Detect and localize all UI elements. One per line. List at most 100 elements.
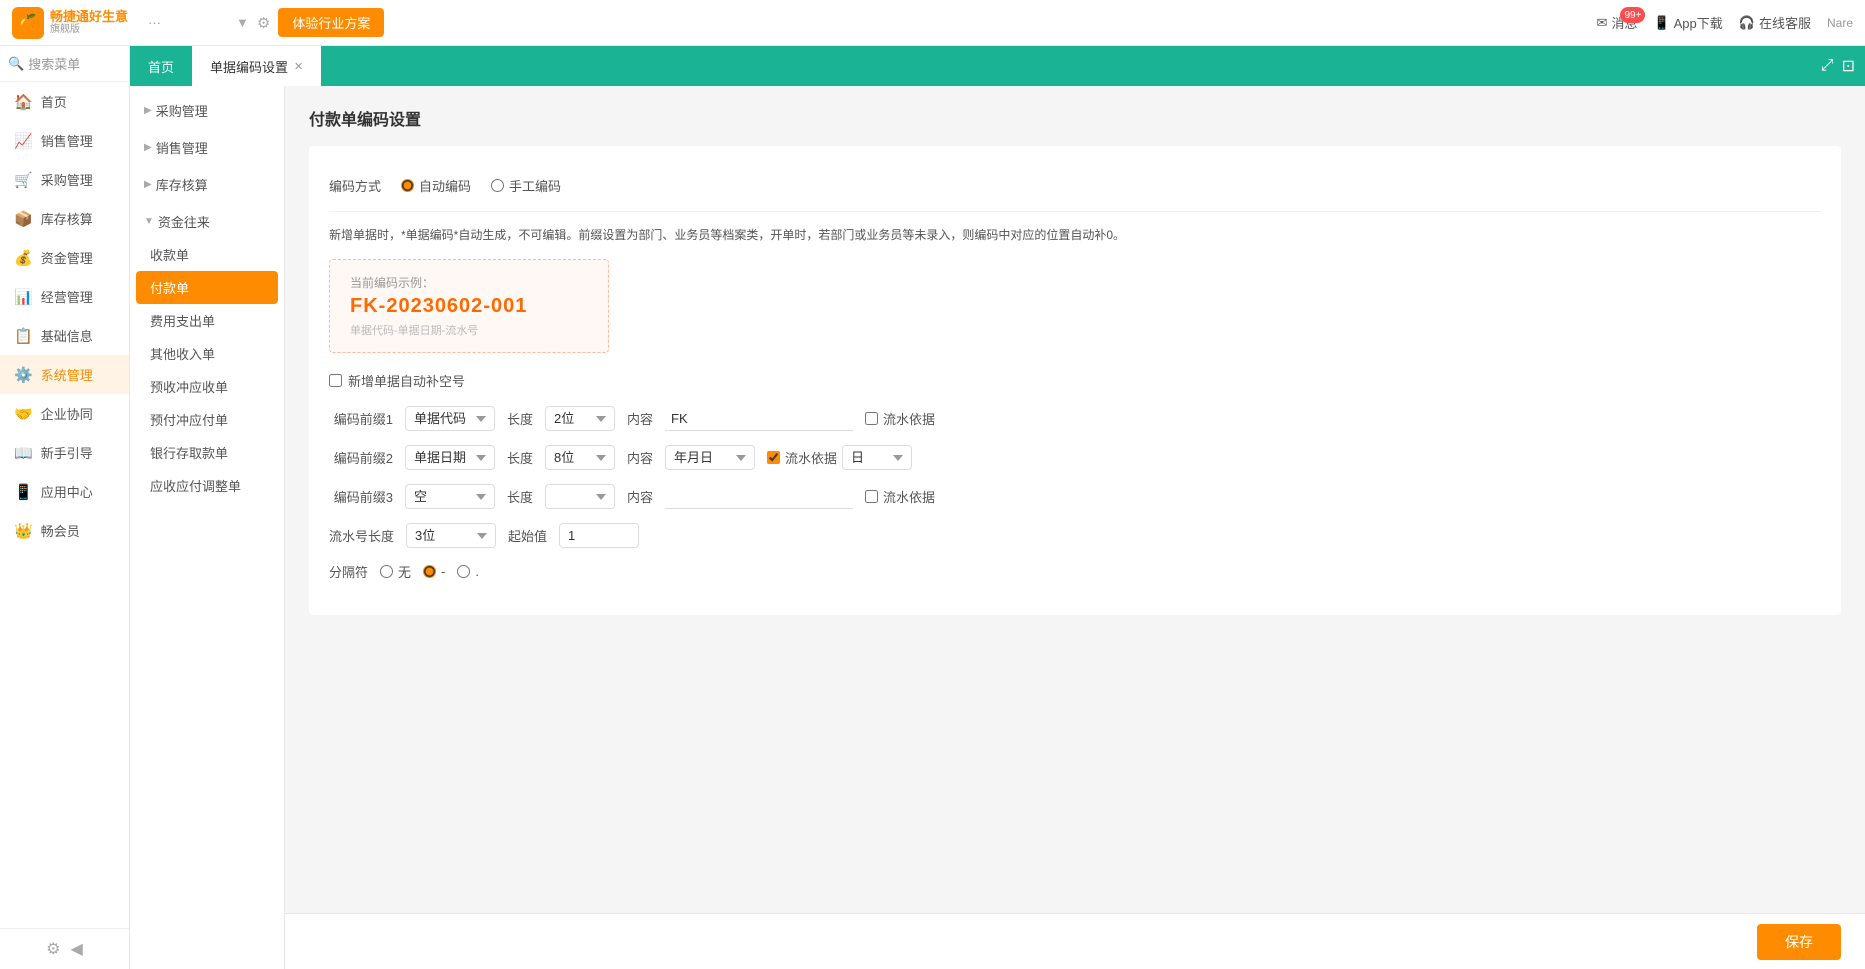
sep-dash-label[interactable]: -	[423, 564, 445, 579]
sep-dash-radio[interactable]	[423, 565, 436, 578]
separator-label: 分隔符	[329, 562, 368, 581]
flow2-checkbox[interactable]	[767, 451, 780, 464]
tab-encoding[interactable]: 单据编码设置 ✕	[192, 46, 321, 86]
tab-expand-icon[interactable]: ⤢	[1821, 57, 1834, 75]
content1-input[interactable]	[665, 407, 853, 431]
logo-icon: 🍊	[12, 7, 44, 39]
main-layout: 🔍 搜索菜单 🏠 首页 📈 销售管理 🛒 采购管理 📦 库存核算 💰 资金管理 …	[0, 46, 1865, 969]
prefix1-label: 编码前缀1	[329, 409, 393, 428]
start-value-input[interactable]	[559, 523, 639, 548]
sidebar-item-sales[interactable]: 📈 销售管理	[0, 121, 129, 160]
sep-dot-text: .	[475, 564, 479, 579]
sub-item-bank-deposit[interactable]: 银行存取款单	[130, 436, 284, 469]
save-button[interactable]: 保存	[1757, 924, 1841, 960]
capital-arrow: ▼	[144, 216, 154, 227]
sub-group-inventory-title[interactable]: ▶ 库存核算	[130, 168, 284, 201]
message-btn[interactable]: ✉ 消息 99+	[1597, 13, 1638, 32]
industry-btn[interactable]: 体验行业方案	[278, 8, 384, 37]
sub-item-ap-adjust[interactable]: 应收应付调整单	[130, 469, 284, 502]
flow3-group: 流水依据	[865, 487, 935, 506]
auto-encode-radio[interactable]	[401, 179, 414, 192]
inventory-arrow: ▶	[144, 179, 152, 190]
search-label: 搜索菜单	[28, 54, 80, 73]
sub-group-inventory: ▶ 库存核算	[130, 168, 284, 201]
content3-input[interactable]	[665, 485, 853, 509]
tab-close-icon[interactable]: ✕	[294, 60, 303, 73]
settings-icon[interactable]: ⚙	[257, 14, 270, 32]
tab-bar: 首页 单据编码设置 ✕ ⤢ ⊡	[130, 46, 1865, 86]
sidebar-item-basic[interactable]: 📋 基础信息	[0, 316, 129, 355]
sidebar-item-basic-label: 基础信息	[41, 326, 93, 345]
content2-select[interactable]: 年月日	[665, 445, 755, 470]
sub-item-prepay-pay[interactable]: 预付冲应付单	[130, 403, 284, 436]
sidebar-item-finance[interactable]: 💰 资金管理	[0, 238, 129, 277]
serial-length-select[interactable]: 3位	[406, 523, 496, 548]
system-icon: ⚙️	[14, 366, 33, 384]
sub-item-other-income-label: 其他收入单	[150, 347, 215, 362]
sep-dot-label[interactable]: .	[457, 564, 479, 579]
sub-item-receipt[interactable]: 收款单	[130, 238, 284, 271]
sub-item-payment[interactable]: 付款单	[136, 271, 278, 304]
sidebar-item-inventory[interactable]: 📦 库存核算	[0, 199, 129, 238]
sidebar-item-sales-label: 销售管理	[41, 131, 93, 150]
prefix2-select[interactable]: 单据日期	[405, 445, 495, 470]
length3-select[interactable]	[545, 484, 615, 509]
sub-item-expense[interactable]: 费用支出单	[130, 304, 284, 337]
auto-encode-label[interactable]: 自动编码	[401, 176, 471, 195]
flow2-unit-select[interactable]: 日	[842, 445, 912, 470]
sep-dot-radio[interactable]	[457, 565, 470, 578]
sidebar-item-purchase-label: 采购管理	[41, 170, 93, 189]
bottom-collapse-icon[interactable]: ◀	[71, 939, 83, 959]
tab-home[interactable]: 首页	[130, 46, 192, 86]
auto-fill-checkbox[interactable]	[329, 374, 342, 387]
length2-label: 长度	[507, 448, 533, 467]
manual-encode-radio[interactable]	[491, 179, 504, 192]
sidebar-item-system-label: 系统管理	[41, 365, 93, 384]
sidebar-item-system[interactable]: ⚙️ 系统管理	[0, 355, 129, 394]
sep-none-label[interactable]: 无	[380, 562, 411, 581]
sidebar-item-vip[interactable]: 👑 畅会员	[0, 511, 129, 550]
form-row-serial: 流水号长度 3位 起始值	[329, 523, 1821, 548]
sidebar-item-operation-label: 经营管理	[41, 287, 93, 306]
sub-item-other-income[interactable]: 其他收入单	[130, 337, 284, 370]
form-row-prefix1: 编码前缀1 单据代码 长度 2位 内容	[329, 406, 1821, 431]
nav-dropdown-icon[interactable]: ▼	[236, 15, 249, 30]
manual-encode-text: 手工编码	[509, 176, 561, 195]
tab-more-icon[interactable]: ⊡	[1842, 56, 1855, 76]
prefix1-select[interactable]: 单据代码	[405, 406, 495, 431]
service-icon: 🎧	[1739, 15, 1755, 31]
length2-select[interactable]: 8位	[545, 445, 615, 470]
sidebar-item-operation[interactable]: 📊 经营管理	[0, 277, 129, 316]
prefix3-label: 编码前缀3	[329, 487, 393, 506]
sidebar-item-home[interactable]: 🏠 首页	[0, 82, 129, 121]
sales-arrow: ▶	[144, 142, 152, 153]
info-text: 新增单据时，*单据编码*自动生成，不可编辑。前缀设置为部门、业务员等档案类，开单…	[329, 226, 1821, 245]
sub-group-purchase-title[interactable]: ▶ 采购管理	[130, 94, 284, 127]
sidebar-item-newguide[interactable]: 📖 新手引导	[0, 433, 129, 472]
sub-group-inventory-label: 库存核算	[156, 175, 208, 194]
download-label: App下载	[1674, 13, 1723, 32]
flow1-checkbox[interactable]	[865, 412, 878, 425]
manual-encode-label[interactable]: 手工编码	[491, 176, 561, 195]
app-download-btn[interactable]: 📱 App下载	[1653, 13, 1722, 32]
encode-method-label: 编码方式	[329, 176, 381, 195]
online-service-btn[interactable]: 🎧 在线客服	[1739, 13, 1811, 32]
content3-label: 内容	[627, 487, 653, 506]
sidebar-item-purchase[interactable]: 🛒 采购管理	[0, 160, 129, 199]
sep-none-radio[interactable]	[380, 565, 393, 578]
purchase-icon: 🛒	[14, 171, 33, 189]
sidebar-item-appcenter[interactable]: 📱 应用中心	[0, 472, 129, 511]
sub-item-prepay-receive[interactable]: 预收冲应收单	[130, 370, 284, 403]
sub-group-capital-title[interactable]: ▼ 资金往来	[130, 205, 284, 238]
bottom-settings-icon[interactable]: ⚙	[46, 939, 60, 959]
sub-item-prepay-pay-label: 预付冲应付单	[150, 413, 228, 428]
length1-select[interactable]: 2位	[545, 406, 615, 431]
flow3-checkbox[interactable]	[865, 490, 878, 503]
prefix3-select[interactable]: 空	[405, 484, 495, 509]
content1-label: 内容	[627, 409, 653, 428]
form-row-prefix3: 编码前缀3 空 长度 内容 流水	[329, 484, 1821, 509]
sidebar-search[interactable]: 🔍 搜索菜单	[0, 46, 129, 82]
purchase-arrow: ▶	[144, 105, 152, 116]
sidebar-item-enterprise[interactable]: 🤝 企业协同	[0, 394, 129, 433]
sub-group-sales-title[interactable]: ▶ 销售管理	[130, 131, 284, 164]
